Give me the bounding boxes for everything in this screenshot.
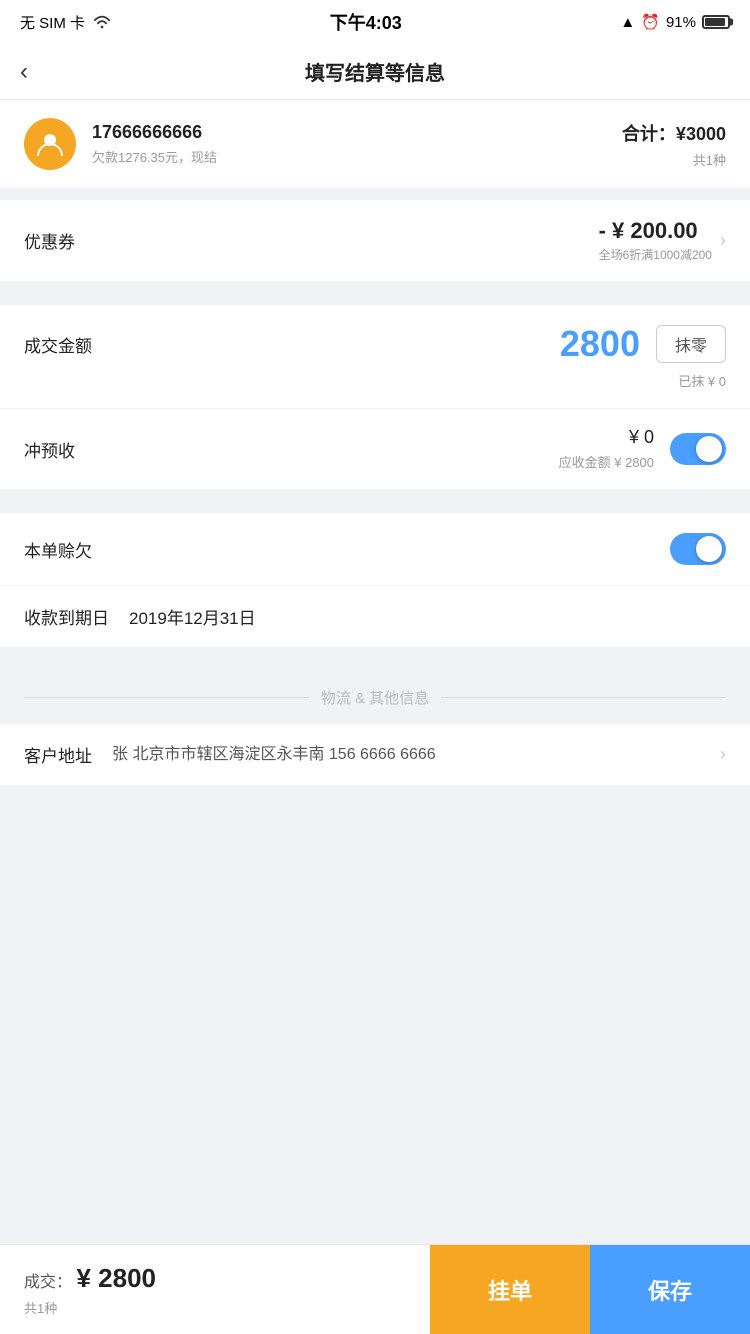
duedate-label: 收款到期日 — [24, 604, 109, 629]
bottom-deal-label: 成交： — [24, 1274, 72, 1291]
nav-bar: ‹ 填写结算等信息 — [0, 44, 750, 100]
user-info: 17666666666 欠款1276.35元，现结 — [92, 122, 217, 166]
arrears-section: 本单赊欠 — [0, 513, 750, 585]
deal-amount-section: 成交金额 2800 抹零 已抹 ¥ 0 — [0, 305, 750, 408]
prepay-toggle-thumb — [696, 436, 722, 462]
location-icon: ▲ — [620, 14, 635, 31]
deal-row: 成交金额 2800 抹零 — [24, 323, 726, 365]
coupon-description: 全场6折满1000减200 — [599, 246, 712, 263]
user-phone: 17666666666 — [92, 122, 217, 143]
total-amount: 合计：¥3000 — [622, 120, 726, 146]
battery-icon — [702, 15, 730, 29]
round-button[interactable]: 抹零 — [656, 325, 726, 363]
coupon-amount: - ¥ 200.00 — [599, 218, 712, 244]
status-bar: 无 SIM 卡 下午4:03 ▲ ⏰ 91% — [0, 0, 750, 44]
user-card: 17666666666 欠款1276.35元，现结 合计：¥3000 共1种 — [0, 100, 750, 188]
user-debt: 欠款1276.35元，现结 — [92, 147, 217, 166]
wifi-icon — [93, 15, 111, 29]
deal-right: 2800 抹零 — [560, 323, 726, 365]
total-count: 共1种 — [622, 150, 726, 169]
duedate-value: 2019年12月31日 — [129, 604, 256, 629]
arrears-toggle-thumb — [696, 536, 722, 562]
battery-percent: 91% — [666, 14, 696, 31]
status-right: ▲ ⏰ 91% — [620, 13, 730, 31]
user-left: 17666666666 欠款1276.35元，现结 — [24, 118, 217, 170]
prepay-amount: ¥ 0 — [559, 427, 654, 448]
carrier-label: 无 SIM 卡 — [20, 12, 85, 33]
prepay-label: 冲预收 — [24, 437, 75, 462]
bottom-count: 共1种 — [24, 1298, 406, 1317]
save-button[interactable]: 保存 — [590, 1245, 750, 1334]
section-divider-2 — [0, 489, 750, 501]
arrears-toggle[interactable] — [670, 533, 726, 565]
coupon-row[interactable]: 优惠券 - ¥ 200.00 全场6折满1000减200 › — [0, 200, 750, 281]
bottom-deal-row: 成交： ¥ 2800 — [24, 1263, 406, 1294]
bottom-info: 成交： ¥ 2800 共1种 — [0, 1263, 430, 1317]
deal-amount-value: 2800 — [560, 323, 640, 365]
coupon-label: 优惠券 — [24, 228, 75, 253]
coupon-right: - ¥ 200.00 全场6折满1000减200 › — [599, 218, 726, 263]
section-divider-1 — [0, 293, 750, 305]
address-label: 客户地址 — [24, 742, 92, 767]
prepay-right: ¥ 0 应收金额 ¥ 2800 — [559, 427, 726, 471]
deal-sub-label: 已抹 ¥ 0 — [24, 371, 726, 390]
status-left: 无 SIM 卡 — [20, 12, 111, 33]
avatar — [24, 118, 76, 170]
prepay-section: 冲预收 ¥ 0 应收金额 ¥ 2800 — [0, 408, 750, 489]
prepay-sub: 应收金额 ¥ 2800 — [559, 452, 654, 471]
address-section[interactable]: 客户地址 张 北京市市辖区海淀区永丰南 156 6666 6666 › — [0, 724, 750, 785]
coupon-chevron-icon: › — [720, 230, 726, 251]
prepay-row: 冲预收 ¥ 0 应收金额 ¥ 2800 — [24, 427, 726, 471]
section-divider-3 — [0, 647, 750, 659]
arrears-label: 本单赊欠 — [24, 537, 92, 562]
duedate-section: 收款到期日 2019年12月31日 — [0, 585, 750, 647]
address-value: 张 北京市市辖区海淀区永丰南 156 6666 6666 — [112, 743, 720, 767]
bottom-buttons: 挂单 保存 — [430, 1245, 750, 1334]
logistics-label: 物流 & 其他信息 — [321, 687, 429, 708]
hold-button[interactable]: 挂单 — [430, 1245, 590, 1334]
bottom-bar: 成交： ¥ 2800 共1种 挂单 保存 — [0, 1244, 750, 1334]
page-title: 填写结算等信息 — [305, 57, 445, 86]
status-time: 下午4:03 — [330, 9, 402, 35]
logistics-divider: 物流 & 其他信息 — [0, 671, 750, 724]
back-button[interactable]: ‹ — [20, 52, 36, 92]
main-content: 17666666666 欠款1276.35元，现结 合计：¥3000 共1种 优… — [0, 100, 750, 885]
user-total: 合计：¥3000 共1种 — [622, 120, 726, 169]
bottom-amount: ¥ 2800 — [76, 1263, 156, 1293]
prepay-toggle[interactable] — [670, 433, 726, 465]
address-chevron-icon: › — [720, 744, 726, 765]
alarm-icon: ⏰ — [641, 13, 660, 31]
duedate-row: 收款到期日 2019年12月31日 — [24, 604, 726, 629]
deal-label: 成交金额 — [24, 332, 92, 357]
